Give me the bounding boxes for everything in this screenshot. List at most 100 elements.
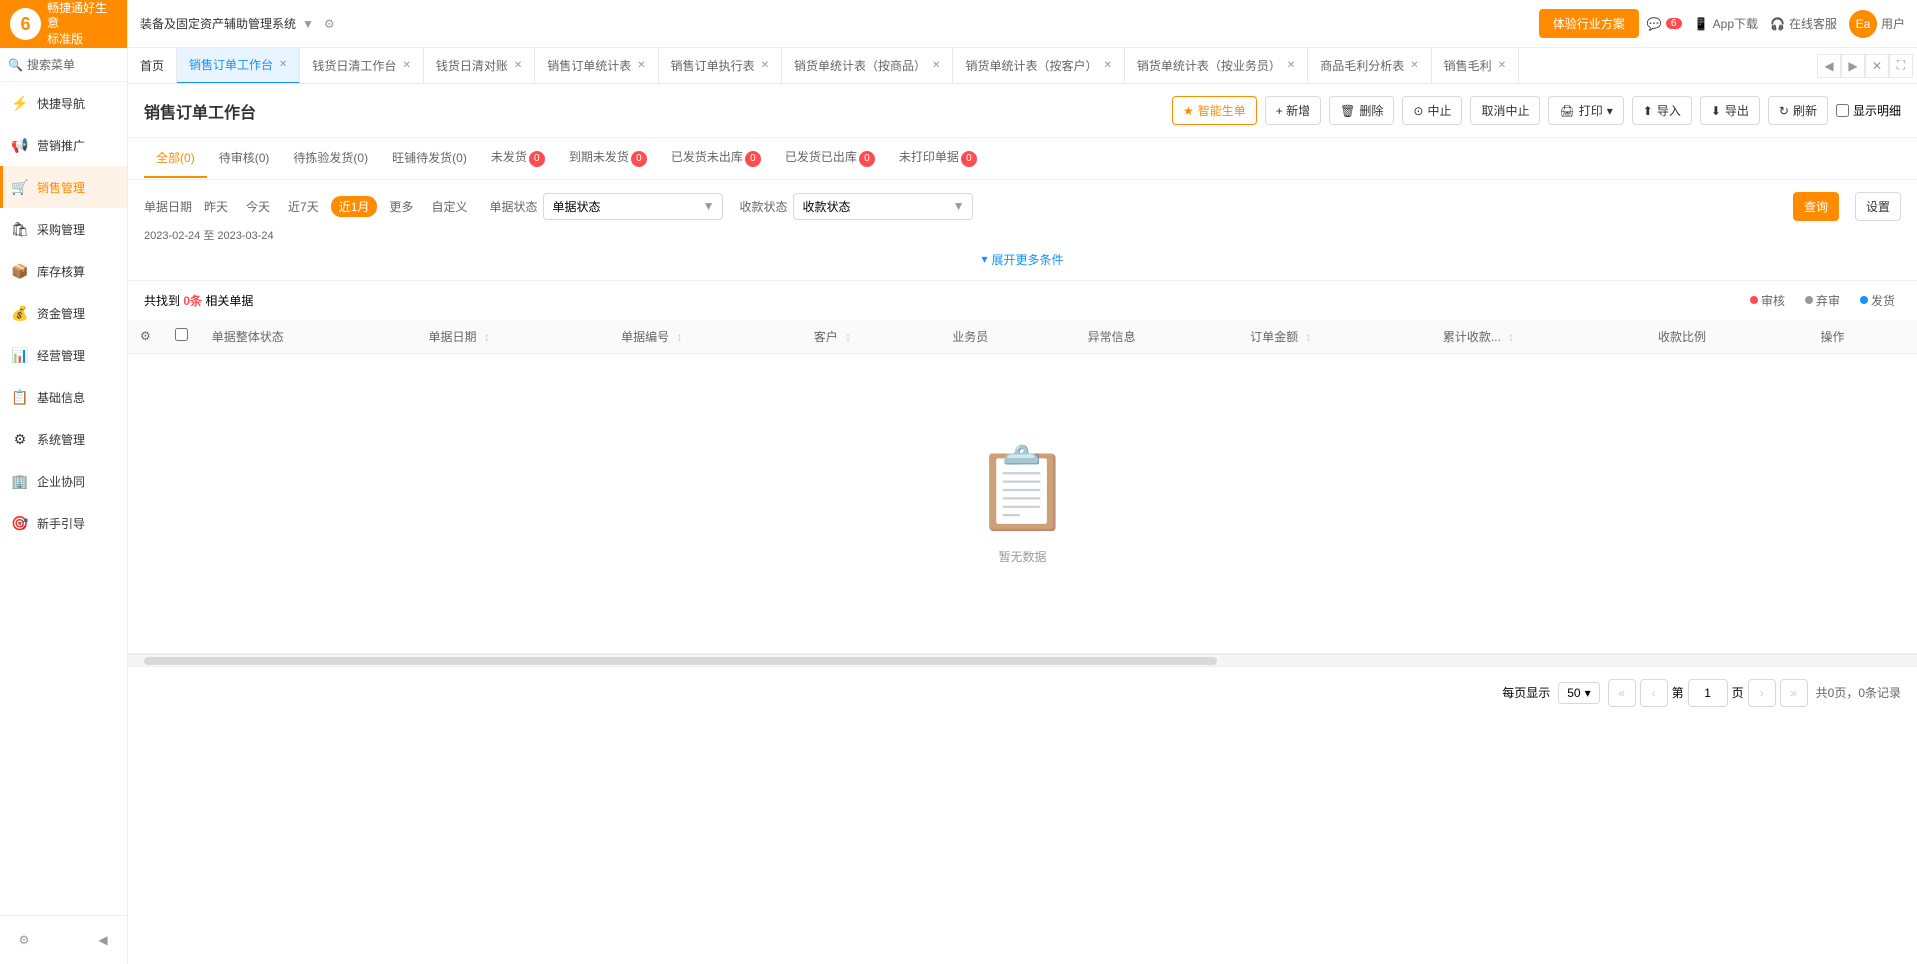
sidebar-item-purchase[interactable]: 🛍 采购管理 [0, 208, 127, 250]
tab-close-all-btn[interactable]: ✕ [1865, 54, 1889, 78]
sub-tab-wangpu[interactable]: 旺铺待发货(0) [380, 139, 479, 178]
online-service-btn[interactable]: 🎧 在线客服 [1770, 15, 1837, 32]
tab-next-btn[interactable]: ▶ [1841, 54, 1865, 78]
scrollbar-track[interactable] [144, 657, 1217, 665]
cancel-stop-btn[interactable]: 取消中止 [1470, 96, 1540, 125]
sidebar-item-quicknav[interactable]: ⚡ 快捷导航 [0, 82, 127, 124]
sub-tab-inspect[interactable]: 待拣验发货(0) [281, 139, 380, 178]
tab-prev-btn[interactable]: ◀ [1817, 54, 1841, 78]
sidebar-item-system[interactable]: ⚙ 系统管理 [0, 418, 127, 460]
industry-btn[interactable]: 体验行业方案 [1539, 9, 1639, 38]
tab-sales-customer[interactable]: 销货单统计表（按客户） ✕ [953, 48, 1124, 84]
payment-select[interactable]: 收款状态 ▼ [793, 193, 973, 220]
expand-conditions-btn[interactable]: ▾ 展开更多条件 [981, 251, 1063, 268]
tab-close[interactable]: ✕ [932, 60, 940, 71]
tab-close[interactable]: ✕ [1498, 60, 1506, 71]
col-customer[interactable]: 客户 ↕ [802, 320, 940, 354]
horizontal-scrollbar[interactable] [128, 654, 1917, 666]
page-last-btn[interactable]: » [1780, 679, 1808, 707]
stop-btn[interactable]: ⊙ 中止 [1402, 96, 1462, 125]
date-btn-more[interactable]: 更多 [383, 196, 419, 217]
tab-close[interactable]: ✕ [514, 60, 522, 71]
tab-close[interactable]: ✕ [402, 60, 410, 71]
tab-sales-exec[interactable]: 销售订单执行表 ✕ [659, 48, 782, 84]
col-date[interactable]: 单据日期 ↕ [416, 320, 609, 354]
tab-cash-reconcile[interactable]: 钱货日清对账 ✕ [424, 48, 535, 84]
sub-tab-unshipped[interactable]: 未发货0 [479, 138, 557, 179]
sidebar-item-guide[interactable]: 🎯 新手引导 [0, 502, 127, 544]
smart-create-btn[interactable]: ★ 智能生单 [1172, 96, 1257, 125]
tab-close[interactable]: ✕ [1410, 60, 1418, 71]
col-gear[interactable]: ⚙ [128, 320, 163, 354]
tab-label: 销售毛利 [1444, 57, 1492, 74]
tab-cash-daily[interactable]: 钱货日清工作台 ✕ [300, 48, 423, 84]
page-next-btn[interactable]: › [1748, 679, 1776, 707]
tab-home[interactable]: 首页 [128, 48, 177, 84]
tab-close[interactable]: ✕ [637, 60, 645, 71]
sidebar-item-enterprise[interactable]: 🏢 企业协同 [0, 460, 127, 502]
tab-sales-order-close[interactable]: ✕ [279, 59, 287, 70]
col-number[interactable]: 单据编号 ↕ [609, 320, 802, 354]
sidebar-item-marketing[interactable]: 📢 营销推广 [0, 124, 127, 166]
tab-gross-profit[interactable]: 商品毛利分析表 ✕ [1308, 48, 1431, 84]
app-download-btn[interactable]: 📱 App下载 [1694, 15, 1758, 32]
tab-close[interactable]: ✕ [761, 60, 769, 71]
page-total: 共0页，0条记录 [1816, 684, 1901, 701]
ship-action-btn[interactable]: 发货 [1854, 289, 1901, 312]
reject-action-btn[interactable]: 弃审 [1799, 289, 1846, 312]
col-received[interactable]: 累计收款... ↕ [1431, 320, 1646, 354]
page-first-btn[interactable]: « [1608, 679, 1636, 707]
user-menu-btn[interactable]: Ea 用户 [1849, 10, 1905, 38]
tab-close[interactable]: ✕ [1103, 60, 1111, 71]
col-checkbox[interactable] [163, 320, 200, 354]
print-btn[interactable]: 🖨 打印 ▾ [1548, 96, 1623, 125]
settings-bottom-btn[interactable]: ⚙ [8, 924, 40, 956]
sub-tab-pending[interactable]: 待审核(0) [207, 139, 282, 178]
tab-sales-staff[interactable]: 销货单统计表（按业务员） ✕ [1125, 48, 1308, 84]
sidebar-search-item[interactable]: 🔍 搜索菜单 [0, 48, 127, 82]
empty-illustration: 📋 [973, 442, 1073, 536]
approve-action-btn[interactable]: 审核 [1744, 289, 1791, 312]
page-prev-btn[interactable]: ‹ [1640, 679, 1668, 707]
sidebar-item-finance[interactable]: 💰 资金管理 [0, 292, 127, 334]
settings-icon[interactable]: ⚙ [324, 17, 335, 31]
date-btn-yesterday[interactable]: 昨天 [198, 196, 234, 217]
sub-tab-unprinted[interactable]: 未打印单据0 [887, 138, 989, 179]
sub-tab-shipped-out[interactable]: 已发货已出库0 [773, 138, 887, 179]
collapse-btn[interactable]: ◀ [87, 924, 119, 956]
message-btn[interactable]: 💬 6 [1647, 17, 1682, 31]
sidebar-item-operations[interactable]: 📊 经营管理 [0, 334, 127, 376]
tab-label: 销货单统计表（按业务员） [1137, 57, 1281, 74]
per-page-select[interactable]: 50 ▾ [1558, 682, 1599, 704]
export-btn[interactable]: ⬇ 导出 [1700, 96, 1760, 125]
tab-close[interactable]: ✕ [1287, 60, 1295, 71]
filter-settings-btn[interactable]: 设置 [1855, 192, 1901, 221]
show-detail-checkbox-label[interactable]: 显示明细 [1836, 102, 1901, 119]
refresh-btn[interactable]: ↻ 刷新 [1768, 96, 1828, 125]
sidebar-item-basicinfo[interactable]: 📋 基础信息 [0, 376, 127, 418]
select-all-checkbox[interactable] [175, 328, 188, 341]
sub-tab-all[interactable]: 全部(0) [144, 139, 207, 178]
tab-sales-stats[interactable]: 销售订单统计表 ✕ [535, 48, 658, 84]
page-input[interactable] [1688, 679, 1728, 707]
date-btn-custom[interactable]: 自定义 [425, 196, 473, 217]
sub-tab-shipped-noout[interactable]: 已发货未出库0 [659, 138, 773, 179]
delete-btn[interactable]: 🗑 删除 [1329, 96, 1394, 125]
tab-sales-gross[interactable]: 销售毛利 ✕ [1432, 48, 1519, 84]
sub-tab-overdue[interactable]: 到期未发货0 [557, 138, 659, 179]
dropdown-icon[interactable]: ▼ [302, 17, 314, 31]
status-select[interactable]: 单据状态 ▼ [543, 193, 723, 220]
tab-sales-order[interactable]: 销售订单工作台 ✕ [177, 48, 300, 84]
date-btn-1month[interactable]: 近1月 [331, 196, 378, 217]
tab-sales-goods[interactable]: 销货单统计表（按商品） ✕ [782, 48, 953, 84]
date-btn-today[interactable]: 今天 [240, 196, 276, 217]
add-btn[interactable]: + 新增 [1265, 96, 1321, 125]
sidebar-item-sales[interactable]: 🛒 销售管理 [0, 166, 127, 208]
sidebar-item-inventory[interactable]: 📦 库存核算 [0, 250, 127, 292]
date-btn-7days[interactable]: 近7天 [282, 196, 325, 217]
col-amount[interactable]: 订单金额 ↕ [1238, 320, 1431, 354]
tab-fullscreen-btn[interactable]: ⛶ [1889, 54, 1913, 78]
show-detail-checkbox[interactable] [1836, 104, 1849, 117]
import-btn[interactable]: ⬆ 导入 [1632, 96, 1692, 125]
query-btn[interactable]: 查询 [1793, 192, 1839, 221]
